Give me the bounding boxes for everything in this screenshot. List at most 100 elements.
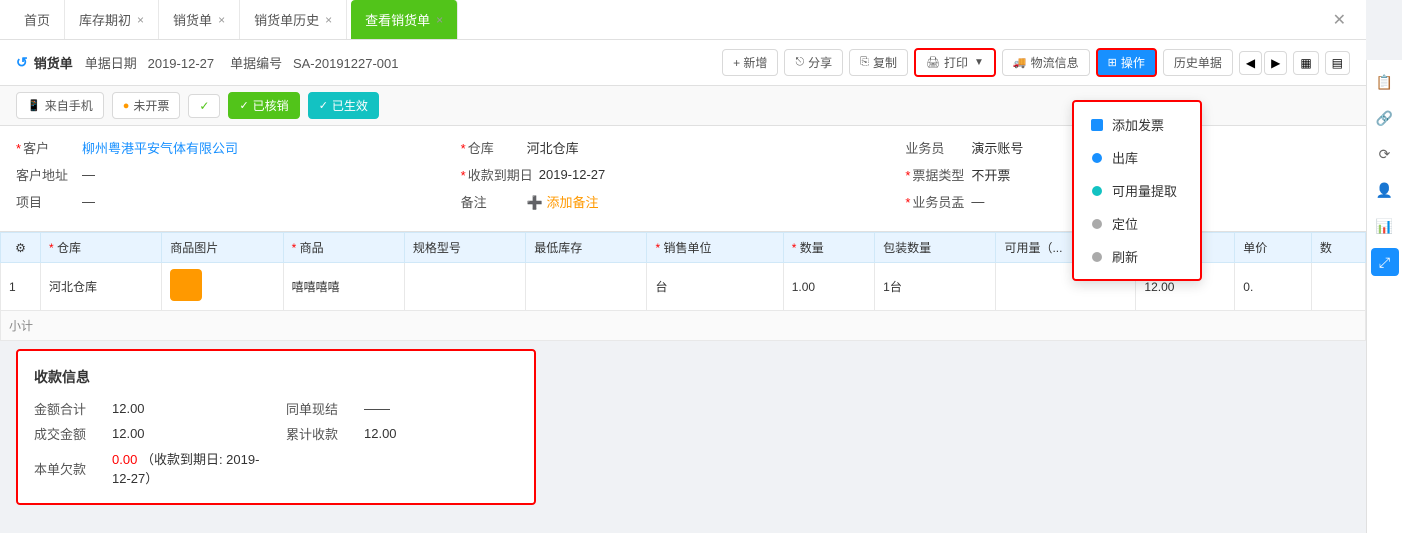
cumulative-receipt-value: 12.00 <box>364 426 397 441</box>
dropdown-locate[interactable]: 定位 <box>1074 207 1200 240</box>
customer-field: 客户 柳州粤港平安气体有限公司 <box>16 138 461 157</box>
this-order-due-item: 本单欠款 0.00 （收款到期日: 2019-12-27） <box>34 449 266 487</box>
dropdown-available-extract[interactable]: 可用量提取 <box>1074 174 1200 207</box>
cumulative-receipt-item: 累计收款 12.00 <box>286 424 518 443</box>
from-phone-button[interactable]: 📱 来自手机 <box>16 92 104 119</box>
operate-button[interactable]: ⊞ 操作 <box>1096 48 1157 77</box>
row-min-stock <box>526 263 647 311</box>
product-image <box>170 269 202 301</box>
unit-col-header: * 销售单位 <box>647 233 783 263</box>
same-order-settle-item: 同单现结 —— <box>286 399 518 418</box>
tab-view-sales-order[interactable]: 查看销货单 × <box>351 0 458 39</box>
sidebar-icon-1[interactable]: 📋 <box>1371 68 1399 96</box>
project-label: 项目 <box>16 192 76 211</box>
due-date-value: 2019-12-27 <box>539 167 606 182</box>
same-order-settle-label: 同单现结 <box>286 399 356 418</box>
tab-close-sales-order[interactable]: × <box>218 13 225 27</box>
prev-button[interactable]: ◀ <box>1239 51 1262 75</box>
tab-close-sales-history[interactable]: × <box>325 13 332 27</box>
view-grid2-button[interactable]: ▤ <box>1325 51 1350 75</box>
total-amount-label: 金额合计 <box>34 399 104 418</box>
tab-inventory-init[interactable]: 库存期初 × <box>65 0 159 39</box>
product-col-header: * 商品 <box>283 233 404 263</box>
history-button[interactable]: 历史单据 <box>1163 49 1233 76</box>
sidebar-icon-6[interactable]: ⤢ <box>1371 248 1399 276</box>
row-amount <box>1311 263 1365 311</box>
sidebar-icon-4[interactable]: 👤 <box>1371 176 1399 204</box>
logistics-button[interactable]: 🚚 物流信息 <box>1002 49 1090 76</box>
add-remark-button[interactable]: ➕ 添加备注 <box>527 192 599 211</box>
row-unit: 台 <box>647 263 783 311</box>
settings-col-header: ⚙ <box>1 233 41 263</box>
address-value: — <box>82 167 95 182</box>
doc-header: ↺ 销货单 单据日期 2019-12-27 单据编号 SA-20191227-0… <box>0 40 1366 86</box>
transaction-amount-value: 12.00 <box>112 426 145 441</box>
this-order-due-label: 本单欠款 <box>34 459 104 478</box>
due-date-field: 收款到期日 2019-12-27 <box>461 165 906 184</box>
sidebar-icon-5[interactable]: 📊 <box>1371 212 1399 240</box>
address-field: 客户地址 — <box>16 165 461 184</box>
subtotal-label: 小计 <box>1 311 1366 341</box>
add-invoice-icon <box>1090 118 1104 132</box>
remark-label: 备注 <box>461 192 521 211</box>
row-index: 1 <box>1 263 41 311</box>
due-date-label: 收款到期日 <box>461 165 533 184</box>
tab-sales-order[interactable]: 销货单 × <box>159 0 240 39</box>
customer-label: 客户 <box>16 138 76 157</box>
check-button[interactable]: ✓ <box>188 94 220 118</box>
transaction-amount-item: 成交金额 12.00 <box>34 424 266 443</box>
doc-title: ↺ 销货单 <box>16 53 73 72</box>
view-grid1-button[interactable]: ▦ <box>1293 51 1318 75</box>
next-button[interactable]: ▶ <box>1264 51 1287 75</box>
salesperson-value: — <box>971 194 984 209</box>
doc-type-icon: ↺ <box>16 54 28 71</box>
tab-bar: 首页 库存期初 × 销货单 × 销货单历史 × 查看销货单 × ✕ <box>0 0 1366 40</box>
row-pkg-qty: 1台 <box>875 263 996 311</box>
spec-col-header: 规格型号 <box>404 233 525 263</box>
dropdown-add-invoice[interactable]: 添加发票 <box>1074 108 1200 141</box>
sidebar-icon-2[interactable]: 🔗 <box>1371 104 1399 132</box>
tab-close-inventory-init[interactable]: × <box>137 13 144 27</box>
print-button[interactable]: 🖨 打印 ▼ <box>914 48 996 77</box>
warehouse-value: 河北仓库 <box>527 138 579 157</box>
row-product: 嘻嘻嘻嘻 <box>283 263 404 311</box>
sidebar-icon-3[interactable]: ⟳ <box>1371 140 1399 168</box>
doc-meta: 单据日期 2019-12-27 单据编号 SA-20191227-001 <box>85 53 399 72</box>
project-value: — <box>82 194 95 209</box>
transaction-amount-label: 成交金额 <box>34 424 104 443</box>
total-amount-item: 金额合计 12.00 <box>34 399 266 418</box>
dropdown-menu: 添加发票 出库 可用量提取 定位 刷新 <box>1072 100 1202 281</box>
warehouse-label: 仓库 <box>461 138 521 157</box>
payment-title: 收款信息 <box>34 367 518 387</box>
not-opened-button[interactable]: ● 未开票 <box>112 92 181 119</box>
invoice-value: 不开票 <box>971 165 1010 184</box>
tab-close-view-sales-order[interactable]: × <box>436 13 443 27</box>
staff-value: 演示账号 <box>971 138 1023 157</box>
staff-label: 业务员 <box>905 138 965 157</box>
copy-button[interactable]: ⎘ 复制 <box>849 49 908 76</box>
tab-home[interactable]: 首页 <box>10 0 65 39</box>
dropdown-outbound[interactable]: 出库 <box>1074 141 1200 174</box>
cancelled-button[interactable]: ✓ 已核销 <box>228 92 299 119</box>
tab-sales-history[interactable]: 销货单历史 × <box>240 0 347 39</box>
doc-actions: + 新增 ⎋ 分享 ⎘ 复制 🖨 打印 ▼ 🚚 物流信息 ⊞ 操作 <box>722 48 1350 77</box>
price-col-header: 单价 <box>1235 233 1312 263</box>
row-image <box>162 263 283 311</box>
customer-value[interactable]: 柳州粤港平安气体有限公司 <box>82 138 238 157</box>
this-order-due-value: 0.00 （收款到期日: 2019-12-27） <box>112 449 266 487</box>
remark-field: 备注 ➕ 添加备注 <box>461 192 906 211</box>
dropdown-refresh[interactable]: 刷新 <box>1074 240 1200 273</box>
refresh-icon <box>1090 250 1104 264</box>
project-field: 项目 — <box>16 192 461 211</box>
row-spec <box>404 263 525 311</box>
doc-type-label: 销货单 <box>34 53 73 72</box>
share-button[interactable]: ⎋ 分享 <box>784 49 843 76</box>
warehouse-field: 仓库 河北仓库 <box>461 138 906 157</box>
total-amount-value: 12.00 <box>112 401 145 416</box>
effective-button[interactable]: ✓ 已生效 <box>308 92 379 119</box>
global-close-button[interactable]: ✕ <box>1323 10 1356 30</box>
image-col-header: 商品图片 <box>162 233 283 263</box>
cumulative-receipt-label: 累计收款 <box>286 424 356 443</box>
new-button[interactable]: + 新增 <box>722 49 778 76</box>
amount-col-header: 数 <box>1311 233 1365 263</box>
